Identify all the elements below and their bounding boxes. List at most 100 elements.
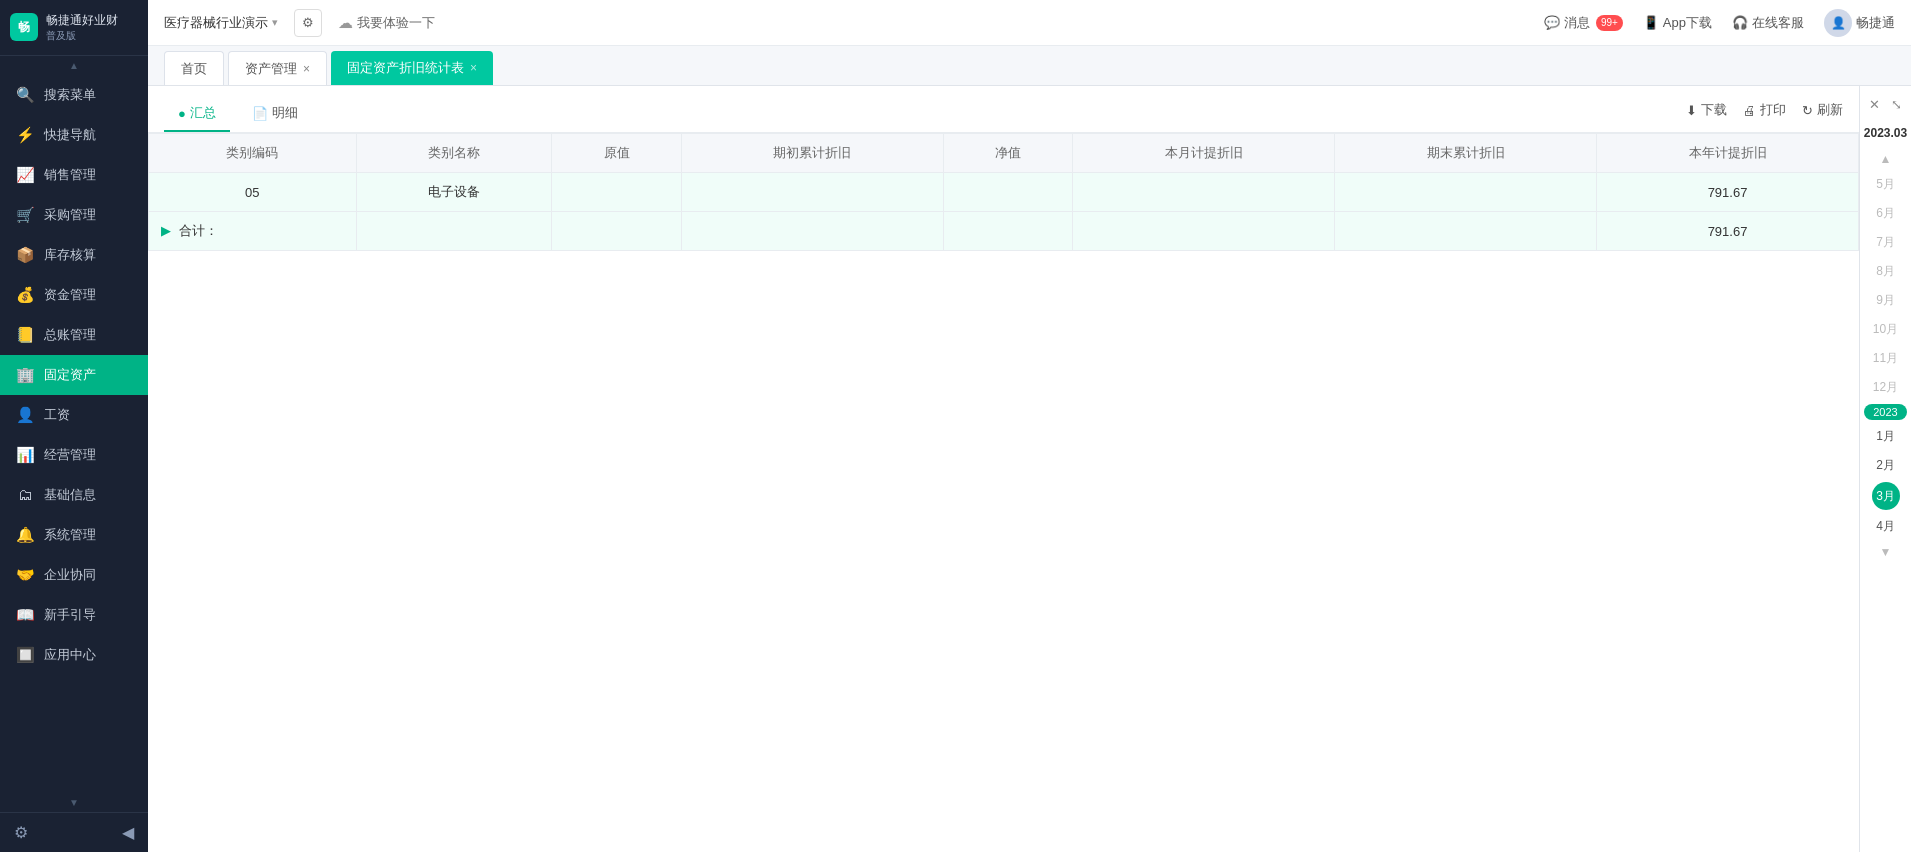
table-row[interactable]: 05 电子设备 791.67 — [149, 173, 1859, 212]
sidebar-item-appcenter[interactable]: 🔲 应用中心 — [0, 635, 148, 675]
sidebar-item-operations[interactable]: 📊 经营管理 — [0, 435, 148, 475]
data-table-container: 类别编码 类别名称 原值 期初累计折旧 净值 本月计提折旧 期末累计折旧 本年计… — [148, 133, 1859, 852]
sidebar-scroll-up[interactable]: ▲ — [0, 56, 148, 75]
month-item-5-prev[interactable]: 5月 — [1860, 170, 1911, 199]
month-item-9-prev[interactable]: 9月 — [1860, 286, 1911, 315]
sidebar-item-sales[interactable]: 📈 销售管理 — [0, 155, 148, 195]
tab-depreciation-close[interactable]: × — [470, 61, 477, 75]
subtotal-net — [943, 212, 1073, 251]
month-item-7-prev[interactable]: 7月 — [1860, 228, 1911, 257]
sidebar-item-assets[interactable]: 🏢 固定资产 — [0, 355, 148, 395]
app-download-icon: 📱 — [1643, 15, 1659, 30]
sidebar-item-ledger[interactable]: 📒 总账管理 — [0, 315, 148, 355]
sidebar-item-funds-label: 资金管理 — [44, 286, 96, 304]
right-panel: ✕ ⤡ 2023.03 ▲ 5月 6月 7月 8月 9月 10月 11月 12月… — [1859, 86, 1911, 852]
app-logo-sub: 普及版 — [46, 29, 118, 43]
topbar: 医疗器械行业演示 ▾ ⚙ ☁ 我要体验一下 💬 消息 99+ 📱 App下载 🎧… — [148, 0, 1911, 46]
sidebar-item-payroll[interactable]: 👤 工资 — [0, 395, 148, 435]
sidebar-menu: 🔍 搜索菜单 ⚡ 快捷导航 📈 销售管理 🛒 采购管理 📦 库存核算 💰 资金管… — [0, 75, 148, 793]
print-icon: 🖨 — [1743, 103, 1756, 118]
col-name: 类别名称 — [356, 134, 552, 173]
service-label: 在线客服 — [1752, 14, 1804, 32]
download-icon: ⬇ — [1686, 103, 1697, 118]
cell-ending-acc — [1335, 173, 1597, 212]
sidebar-item-purchase[interactable]: 🛒 采购管理 — [0, 195, 148, 235]
company-settings-button[interactable]: ⚙ — [294, 9, 322, 37]
tab-depreciation[interactable]: 固定资产折旧统计表 × — [331, 51, 493, 85]
month-item-8-prev[interactable]: 8月 — [1860, 257, 1911, 286]
sidebar-item-operations-label: 经营管理 — [44, 446, 96, 464]
tab-assets-mgmt-close[interactable]: × — [303, 62, 310, 76]
content-area: ● 汇总 📄 明细 ⬇ 下载 🖨 打印 — [148, 86, 1911, 852]
summary-icon: ● — [178, 106, 186, 121]
month-item-apr[interactable]: 4月 — [1860, 512, 1911, 541]
message-button[interactable]: 💬 消息 99+ — [1544, 14, 1623, 32]
sidebar-item-inventory[interactable]: 📦 库存核算 — [0, 235, 148, 275]
print-button[interactable]: 🖨 打印 — [1743, 101, 1786, 119]
user-button[interactable]: 👤 畅捷通 — [1824, 9, 1895, 37]
funds-icon: 💰 — [16, 286, 34, 304]
cell-net — [943, 173, 1073, 212]
right-panel-month-list: ▲ 5月 6月 7月 8月 9月 10月 11月 12月 2023 1月 2月 … — [1860, 148, 1911, 852]
refresh-button[interactable]: ↻ 刷新 — [1802, 101, 1843, 119]
sidebar-item-search[interactable]: 🔍 搜索菜单 — [0, 75, 148, 115]
collapse-icon[interactable]: ◀ — [122, 823, 134, 842]
settings-icon[interactable]: ⚙ — [14, 823, 28, 842]
subtab-detail-label: 明细 — [272, 104, 298, 122]
sidebar-item-quicknav[interactable]: ⚡ 快捷导航 — [0, 115, 148, 155]
sidebar: 畅 畅捷通好业财 普及版 ▲ 🔍 搜索菜单 ⚡ 快捷导航 📈 销售管理 🛒 采购… — [0, 0, 148, 852]
cell-initial-acc — [681, 173, 943, 212]
sidebar-item-sales-label: 销售管理 — [44, 166, 96, 184]
payroll-icon: 👤 — [16, 406, 34, 424]
appcenter-icon: 🔲 — [16, 646, 34, 664]
subtotal-expand-icon[interactable]: ▶ — [161, 223, 171, 238]
col-original: 原值 — [552, 134, 682, 173]
month-item-12-prev[interactable]: 12月 — [1860, 373, 1911, 402]
table-area: ● 汇总 📄 明细 ⬇ 下载 🖨 打印 — [148, 86, 1859, 852]
quicknav-icon: ⚡ — [16, 126, 34, 144]
right-panel-expand-button[interactable]: ⤡ — [1888, 94, 1906, 114]
month-item-mar-active[interactable]: 3月 — [1872, 482, 1900, 510]
company-selector[interactable]: 医疗器械行业演示 ▾ — [164, 14, 278, 32]
sidebar-item-ledger-label: 总账管理 — [44, 326, 96, 344]
month-scroll-up[interactable]: ▲ — [1860, 148, 1911, 170]
experience-button[interactable]: ☁ 我要体验一下 — [338, 14, 435, 32]
app-download-button[interactable]: 📱 App下载 — [1643, 14, 1712, 32]
tab-assets-mgmt[interactable]: 资产管理 × — [228, 51, 327, 85]
sidebar-logo: 畅 畅捷通好业财 普及版 — [0, 0, 148, 56]
gear-icon: ⚙ — [302, 15, 314, 30]
print-label: 打印 — [1760, 101, 1786, 119]
month-item-10-prev[interactable]: 10月 — [1860, 315, 1911, 344]
sidebar-item-basic[interactable]: 🗂 基础信息 — [0, 475, 148, 515]
refresh-label: 刷新 — [1817, 101, 1843, 119]
right-panel-close-button[interactable]: ✕ — [1866, 94, 1884, 114]
month-item-jan[interactable]: 1月 — [1860, 422, 1911, 451]
month-item-feb[interactable]: 2月 — [1860, 451, 1911, 480]
message-label: 消息 — [1564, 14, 1590, 32]
message-badge: 99+ — [1596, 15, 1623, 31]
sidebar-item-cooperation[interactable]: 🤝 企业协同 — [0, 555, 148, 595]
sidebar-item-inventory-label: 库存核算 — [44, 246, 96, 264]
month-item-11-prev[interactable]: 11月 — [1860, 344, 1911, 373]
cell-original — [552, 173, 682, 212]
month-item-6-prev[interactable]: 6月 — [1860, 199, 1911, 228]
sidebar-item-system[interactable]: 🔔 系统管理 — [0, 515, 148, 555]
scroll-up-icon: ▲ — [1880, 152, 1892, 166]
month-scroll-down[interactable]: ▼ — [1860, 541, 1911, 563]
cell-annual: 791.67 — [1597, 173, 1859, 212]
inventory-icon: 📦 — [16, 246, 34, 264]
sidebar-item-guide[interactable]: 📖 新手引导 — [0, 595, 148, 635]
download-button[interactable]: ⬇ 下载 — [1686, 101, 1727, 119]
basic-icon: 🗂 — [16, 486, 34, 504]
sidebar-scroll-down[interactable]: ▼ — [0, 793, 148, 812]
tab-home[interactable]: 首页 — [164, 51, 224, 85]
subtab-detail[interactable]: 📄 明细 — [238, 96, 312, 132]
depreciation-table: 类别编码 类别名称 原值 期初累计折旧 净值 本月计提折旧 期末累计折旧 本年计… — [148, 133, 1859, 251]
subtotal-annual: 791.67 — [1597, 212, 1859, 251]
app-download-label: App下载 — [1663, 14, 1712, 32]
guide-icon: 📖 — [16, 606, 34, 624]
sidebar-item-funds[interactable]: 💰 资金管理 — [0, 275, 148, 315]
subtab-summary[interactable]: ● 汇总 — [164, 96, 230, 132]
online-service-button[interactable]: 🎧 在线客服 — [1732, 14, 1804, 32]
subtotal-ending-acc — [1335, 212, 1597, 251]
